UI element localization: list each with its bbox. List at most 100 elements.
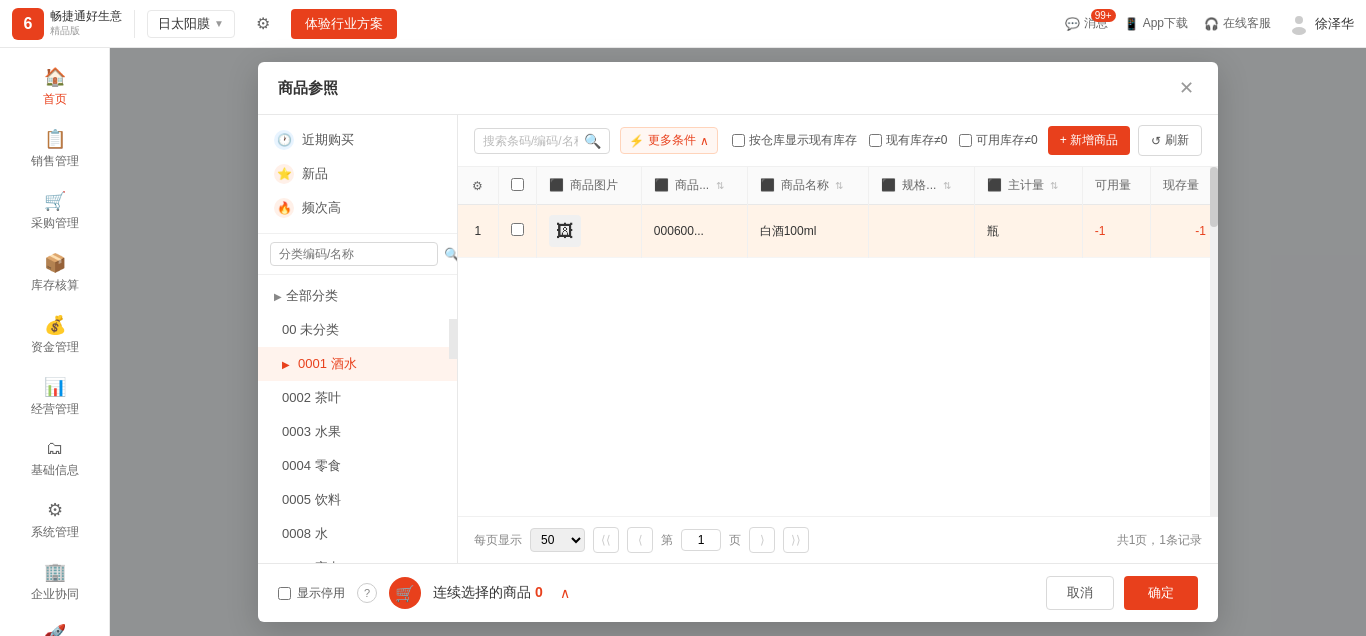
row-checkbox[interactable] xyxy=(511,223,524,236)
modal-close-button[interactable]: ✕ xyxy=(1174,76,1198,100)
message-icon-item[interactable]: 💬 消息 99+ xyxy=(1065,15,1108,32)
checkbox-existing-stock-input[interactable] xyxy=(869,134,882,147)
nav-selector[interactable]: 日太阳膜 ▼ xyxy=(147,10,235,38)
trial-button[interactable]: 体验行业方案 xyxy=(291,9,397,39)
add-product-button[interactable]: + 新增商品 xyxy=(1048,126,1130,155)
sidebar-item-enterprise[interactable]: 🏢 企业协同 xyxy=(0,551,109,613)
user-avatar[interactable]: 徐泽华 xyxy=(1287,12,1354,36)
category-item-00[interactable]: 00 未分类 xyxy=(258,313,457,347)
collapse-selected-icon[interactable]: ∧ xyxy=(555,583,575,603)
help-icon[interactable]: ? xyxy=(357,583,377,603)
finance-icon: 💰 xyxy=(44,314,66,336)
last-page-button[interactable]: ⟩⟩ xyxy=(783,527,809,553)
dropdown-arrow-icon: ▼ xyxy=(214,18,224,29)
sidebar-item-purchase[interactable]: 🛒 采购管理 xyxy=(0,180,109,242)
product-search-input[interactable] xyxy=(483,134,578,148)
quick-item-new[interactable]: ⭐ 新品 xyxy=(258,157,457,191)
headset-icon: 🎧 xyxy=(1204,17,1219,31)
modal-body: 🕐 近期购买 ⭐ 新品 🔥 频次高 xyxy=(258,115,1218,563)
checkbox-show-stock-input[interactable] xyxy=(732,134,745,147)
scrollbar-thumb[interactable] xyxy=(1210,167,1218,227)
filter-more-button[interactable]: ⚡ 更多条件 ∧ xyxy=(620,127,718,154)
page-size-select[interactable]: 50 20 100 xyxy=(530,528,585,552)
message-badge: 99+ xyxy=(1091,9,1116,22)
online-service-item[interactable]: 🎧 在线客服 xyxy=(1204,15,1271,32)
refresh-icon: ↺ xyxy=(1151,134,1161,148)
enterprise-icon: 🏢 xyxy=(44,561,66,583)
sidebar-item-operation[interactable]: 📊 经营管理 xyxy=(0,366,109,428)
collapse-panel-button[interactable]: 《 xyxy=(449,319,458,359)
sort-name-icon[interactable]: ⇅ xyxy=(835,180,843,191)
next-page-button[interactable]: ⟩ xyxy=(749,527,775,553)
checkbox-available-stock[interactable]: 可用库存≠0 xyxy=(959,132,1037,149)
chevron-up-icon: ∧ xyxy=(700,134,709,148)
table-row[interactable]: 1 🖼 000600... xyxy=(458,205,1218,258)
product-table-wrap: ⚙ ⬛ 商品图片 xyxy=(458,167,1218,516)
logo-icon: 6 xyxy=(12,8,44,40)
avatar-icon xyxy=(1287,12,1311,36)
prev-page-button[interactable]: ⟨ xyxy=(627,527,653,553)
category-item-0002[interactable]: 0002 茶叶 xyxy=(258,381,457,415)
category-item-0010[interactable]: 0010 家电 xyxy=(258,551,457,563)
category-item-0001[interactable]: ▶ 0001 酒水 xyxy=(258,347,457,381)
sidebar-item-finance[interactable]: 💰 资金管理 xyxy=(0,304,109,366)
category-item-0005[interactable]: 0005 饮料 xyxy=(258,483,457,517)
sidebar-item-basic[interactable]: 🗂 基础信息 xyxy=(0,428,109,489)
search-icon[interactable]: 🔍 xyxy=(584,133,601,149)
sort-unit-icon[interactable]: ⇅ xyxy=(1050,180,1058,191)
page-number-input[interactable] xyxy=(681,529,721,551)
checkbox-filters: 按仓库显示现有库存 现有库存≠0 可用库存≠0 xyxy=(732,132,1038,149)
sort-code-icon[interactable]: ⇅ xyxy=(716,180,724,191)
page-summary: 共1页，1条记录 xyxy=(1117,532,1202,549)
td-stock: -1 xyxy=(1150,205,1218,258)
td-code: 000600... xyxy=(641,205,747,258)
selected-count-label: 连续选择的商品 0 xyxy=(433,584,543,602)
th-settings[interactable]: ⚙ xyxy=(458,167,498,205)
app-download-item[interactable]: 📱 App下载 xyxy=(1124,15,1188,32)
clock-icon: 🕐 xyxy=(274,130,294,150)
sidebar-item-sales[interactable]: 📋 销售管理 xyxy=(0,118,109,180)
sort-spec-icon[interactable]: ⇅ xyxy=(943,180,951,191)
nav-divider xyxy=(134,10,135,38)
settings-icon[interactable]: ⚙ xyxy=(247,8,279,40)
show-disabled-label[interactable]: 显示停用 xyxy=(278,585,345,602)
sidebar-item-system[interactable]: ⚙ 系统管理 xyxy=(0,489,109,551)
logo-area: 6 畅捷通好生意 精品版 xyxy=(12,8,122,40)
first-page-button[interactable]: ⟨⟨ xyxy=(593,527,619,553)
system-icon: ⚙ xyxy=(47,499,63,521)
category-search-input[interactable] xyxy=(270,242,438,266)
checkbox-existing-stock[interactable]: 现有库存≠0 xyxy=(869,132,947,149)
quick-item-recent[interactable]: 🕐 近期购买 xyxy=(258,123,457,157)
category-item-0003[interactable]: 0003 水果 xyxy=(258,415,457,449)
checkbox-available-stock-input[interactable] xyxy=(959,134,972,147)
th-name: ⬛ 商品名称 ⇅ xyxy=(747,167,868,205)
cart-icon[interactable]: 🛒 xyxy=(389,577,421,609)
th-available: 可用量 xyxy=(1082,167,1150,205)
category-item-all[interactable]: ▶ 全部分类 xyxy=(258,279,457,313)
column-settings-icon[interactable]: ⚙ xyxy=(472,179,483,193)
quick-item-frequent[interactable]: 🔥 频次高 xyxy=(258,191,457,225)
cancel-button[interactable]: 取消 xyxy=(1046,576,1114,610)
modal-title: 商品参照 xyxy=(278,79,338,98)
product-reference-modal: 商品参照 ✕ 🕐 近期购买 ⭐ xyxy=(258,62,1218,622)
scrollbar-track[interactable] xyxy=(1210,167,1218,516)
confirm-button[interactable]: 确定 xyxy=(1124,576,1198,610)
td-image: 🖼 xyxy=(536,205,641,258)
refresh-button[interactable]: ↺ 刷新 xyxy=(1138,125,1202,156)
category-item-0008[interactable]: 0008 水 xyxy=(258,517,457,551)
category-search-icon[interactable]: 🔍 xyxy=(444,247,458,262)
modal-footer: 显示停用 ? 🛒 连续选择的商品 0 ∧ 取消 确定 xyxy=(258,563,1218,622)
sidebar-item-home[interactable]: 🏠 首页 xyxy=(0,56,109,118)
action-buttons: + 新增商品 ↺ 刷新 xyxy=(1048,125,1202,156)
svg-point-1 xyxy=(1292,27,1306,35)
sidebar-item-guide[interactable]: 🚀 新手引导 xyxy=(0,613,109,636)
checkbox-show-stock[interactable]: 按仓库显示现有库存 xyxy=(732,132,857,149)
category-search-bar: 🔍 xyxy=(258,234,457,275)
category-item-0004[interactable]: 0004 零食 xyxy=(258,449,457,483)
select-all-checkbox[interactable] xyxy=(511,178,524,191)
show-disabled-checkbox[interactable] xyxy=(278,587,291,600)
sidebar-item-inventory[interactable]: 📦 库存核算 xyxy=(0,242,109,304)
td-checkbox xyxy=(498,205,536,258)
active-arrow-icon: ▶ xyxy=(282,359,290,370)
modal-overlay: 商品参照 ✕ 🕐 近期购买 ⭐ xyxy=(110,48,1366,636)
